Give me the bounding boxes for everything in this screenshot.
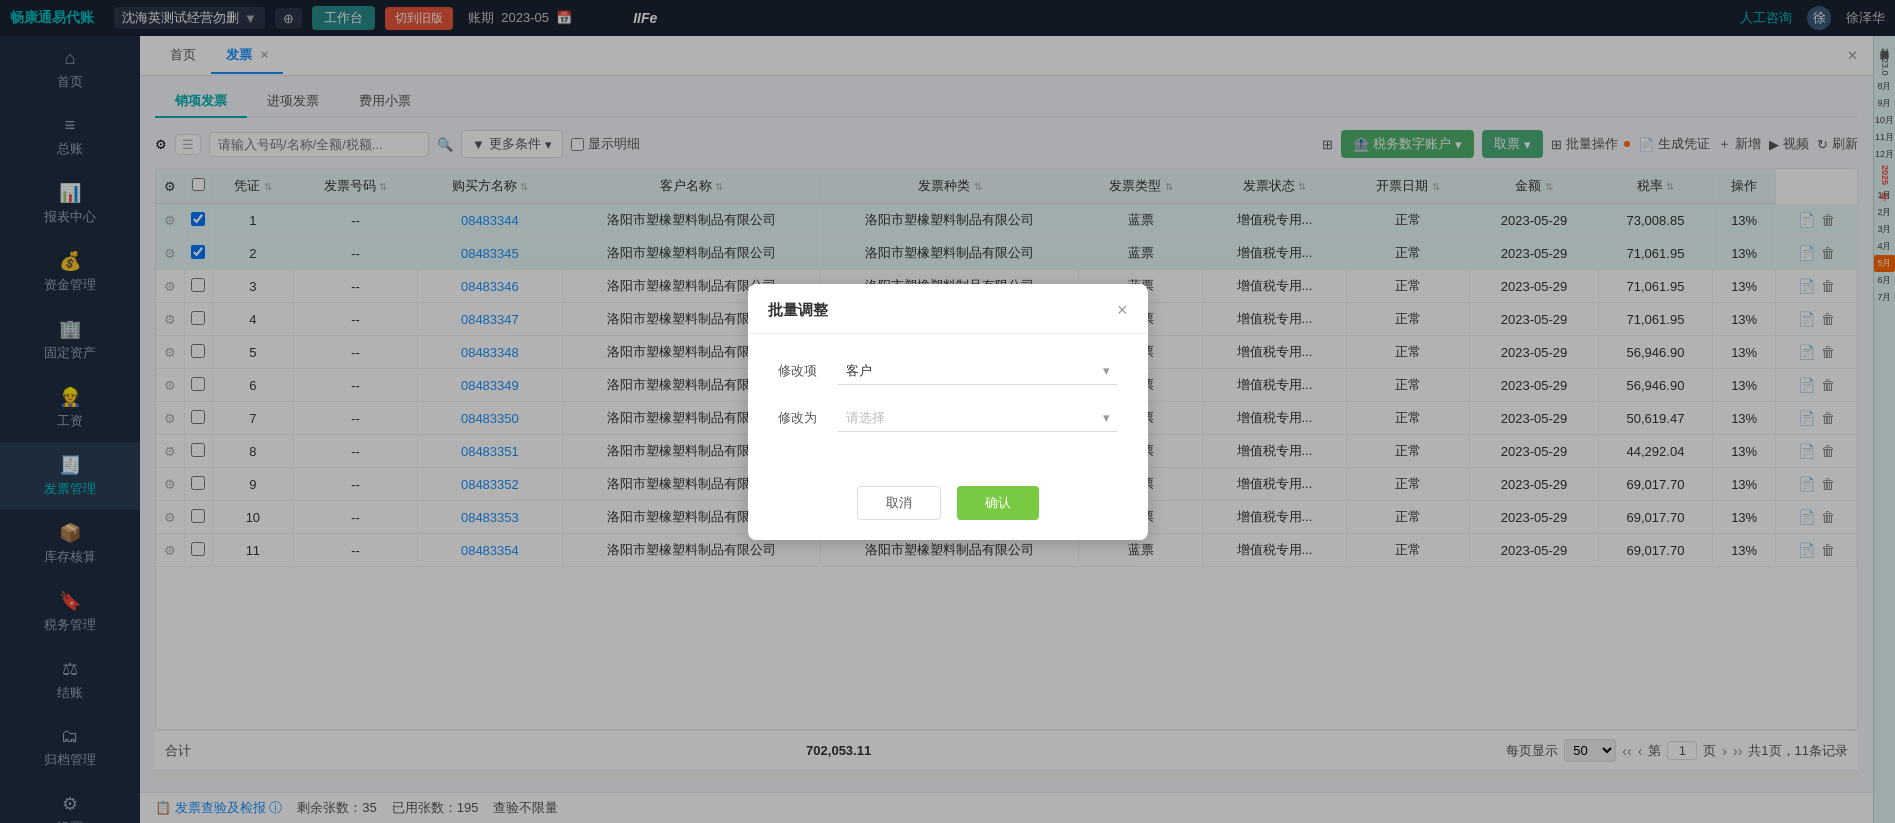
modal-field-select[interactable]: 客户 ▾ xyxy=(838,358,1118,385)
modal-to-placeholder: 请选择 xyxy=(846,409,1103,427)
modal-modify-label: 修改项 xyxy=(778,362,838,380)
modal-modify-field-row: 修改项 客户 ▾ xyxy=(778,358,1118,385)
modal-title: 批量调整 xyxy=(768,301,828,320)
modal-close-btn[interactable]: × xyxy=(1117,300,1128,321)
modal-to-select[interactable]: 请选择 ▾ xyxy=(838,405,1118,432)
modal-to-label: 修改为 xyxy=(778,409,838,427)
modal-field-value: 客户 xyxy=(846,362,1103,380)
modal-modify-to-row: 修改为 请选择 ▾ xyxy=(778,405,1118,432)
modal-to-dropdown-icon: ▾ xyxy=(1103,410,1110,425)
batch-adjust-modal: 批量调整 × 修改项 客户 ▾ 修改为 请选择 ▾ 取消 确认 xyxy=(748,284,1148,540)
modal-cancel-btn[interactable]: 取消 xyxy=(857,486,941,520)
modal-footer: 取消 确认 xyxy=(748,476,1148,540)
modal-header: 批量调整 × xyxy=(748,284,1148,334)
modal-confirm-btn[interactable]: 确认 xyxy=(957,486,1039,520)
modal-field-dropdown-icon: ▾ xyxy=(1103,363,1110,378)
modal-body: 修改项 客户 ▾ 修改为 请选择 ▾ xyxy=(748,334,1148,476)
modal-overlay: 批量调整 × 修改项 客户 ▾ 修改为 请选择 ▾ 取消 确认 xyxy=(0,0,1895,823)
